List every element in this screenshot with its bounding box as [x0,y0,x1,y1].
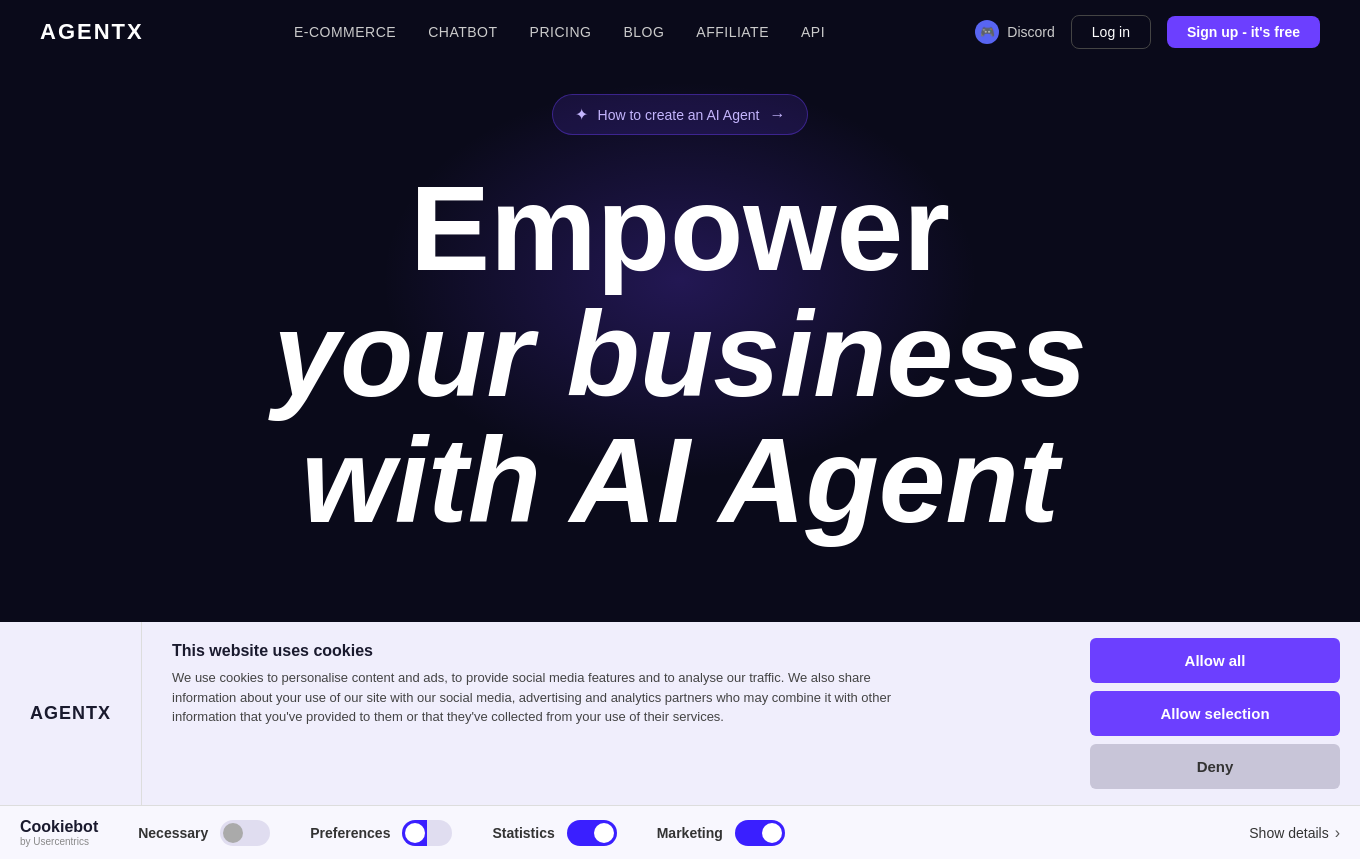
show-details-button[interactable]: Show details › [1249,824,1340,842]
hero-section: ✦ How to create an AI Agent → Empower yo… [0,64,1360,543]
arrow-icon: → [769,106,785,124]
cookie-brand-logo: AGENTX [30,703,111,724]
chevron-right-icon: › [1335,824,1340,842]
login-button[interactable]: Log in [1071,15,1151,49]
cookiebot-name: Cookiebot [20,818,98,836]
consent-items: Necessary Preferences Statistics Marketing [138,820,1209,846]
sparkle-icon: ✦ [575,105,588,124]
cookie-description: We use cookies to personalise content an… [172,668,922,727]
cookie-main: AGENTX This website uses cookies We use … [0,622,1360,805]
navbar: AGENTX E-COMMERCE CHATBOT PRICING BLOG AFFIL… [0,0,1360,64]
cookiebot-logo: Cookiebot by Usercentrics [20,818,98,847]
nav-link-affiliate[interactable]: AFFILIATE [696,24,769,40]
cookie-banner: AGENTX This website uses cookies We use … [0,622,1360,859]
hero-title: Empower your business with AI Agent [273,165,1087,543]
hero-line3: with AI Agent [273,417,1087,543]
signup-button[interactable]: Sign up - it's free [1167,16,1320,48]
nav-links: E-COMMERCE CHATBOT PRICING BLOG AFFILIATE API [294,24,825,40]
consent-item-statistics: Statistics [492,820,616,846]
nav-link-ecommerce[interactable]: E-COMMERCE [294,24,396,40]
allow-selection-button[interactable]: Allow selection [1090,691,1340,736]
discord-icon: 🎮 [975,20,999,44]
nav-link-api[interactable]: API [801,24,825,40]
deny-button[interactable]: Deny [1090,744,1340,789]
nav-link-pricing[interactable]: PRICING [530,24,592,40]
cookie-text-area: This website uses cookies We use cookies… [142,622,1070,805]
cookie-title: This website uses cookies [172,642,1040,660]
discord-label: Discord [1007,24,1054,40]
hero-pill-button[interactable]: ✦ How to create an AI Agent → [552,94,809,135]
consent-item-preferences: Preferences [310,820,452,846]
discord-button[interactable]: 🎮 Discord [975,20,1054,44]
toggle-preferences[interactable] [402,820,452,846]
allow-all-button[interactable]: Allow all [1090,638,1340,683]
consent-label-marketing: Marketing [657,825,723,841]
cookiebot-sub: by Usercentrics [20,836,89,847]
consent-label-preferences: Preferences [310,825,390,841]
cookie-bottom-bar: Cookiebot by Usercentrics Necessary Prefe… [0,805,1360,859]
show-details-label: Show details [1249,825,1328,841]
hero-line1: Empower [273,165,1087,291]
toggle-marketing[interactable] [735,820,785,846]
toggle-statistics[interactable] [567,820,617,846]
nav-link-blog[interactable]: BLOG [623,24,664,40]
cookie-buttons: Allow all Allow selection Deny [1070,622,1360,805]
cookie-logo-area: AGENTX [0,622,142,805]
consent-item-marketing: Marketing [657,820,785,846]
consent-item-necessary: Necessary [138,820,270,846]
consent-label-necessary: Necessary [138,825,208,841]
hero-line2: your business [273,291,1087,417]
toggle-necessary[interactable] [220,820,270,846]
consent-label-statistics: Statistics [492,825,554,841]
nav-right: 🎮 Discord Log in Sign up - it's free [975,15,1320,49]
pill-label: How to create an AI Agent [598,107,760,123]
nav-link-chatbot[interactable]: CHATBOT [428,24,497,40]
logo: AGENTX [40,19,144,45]
